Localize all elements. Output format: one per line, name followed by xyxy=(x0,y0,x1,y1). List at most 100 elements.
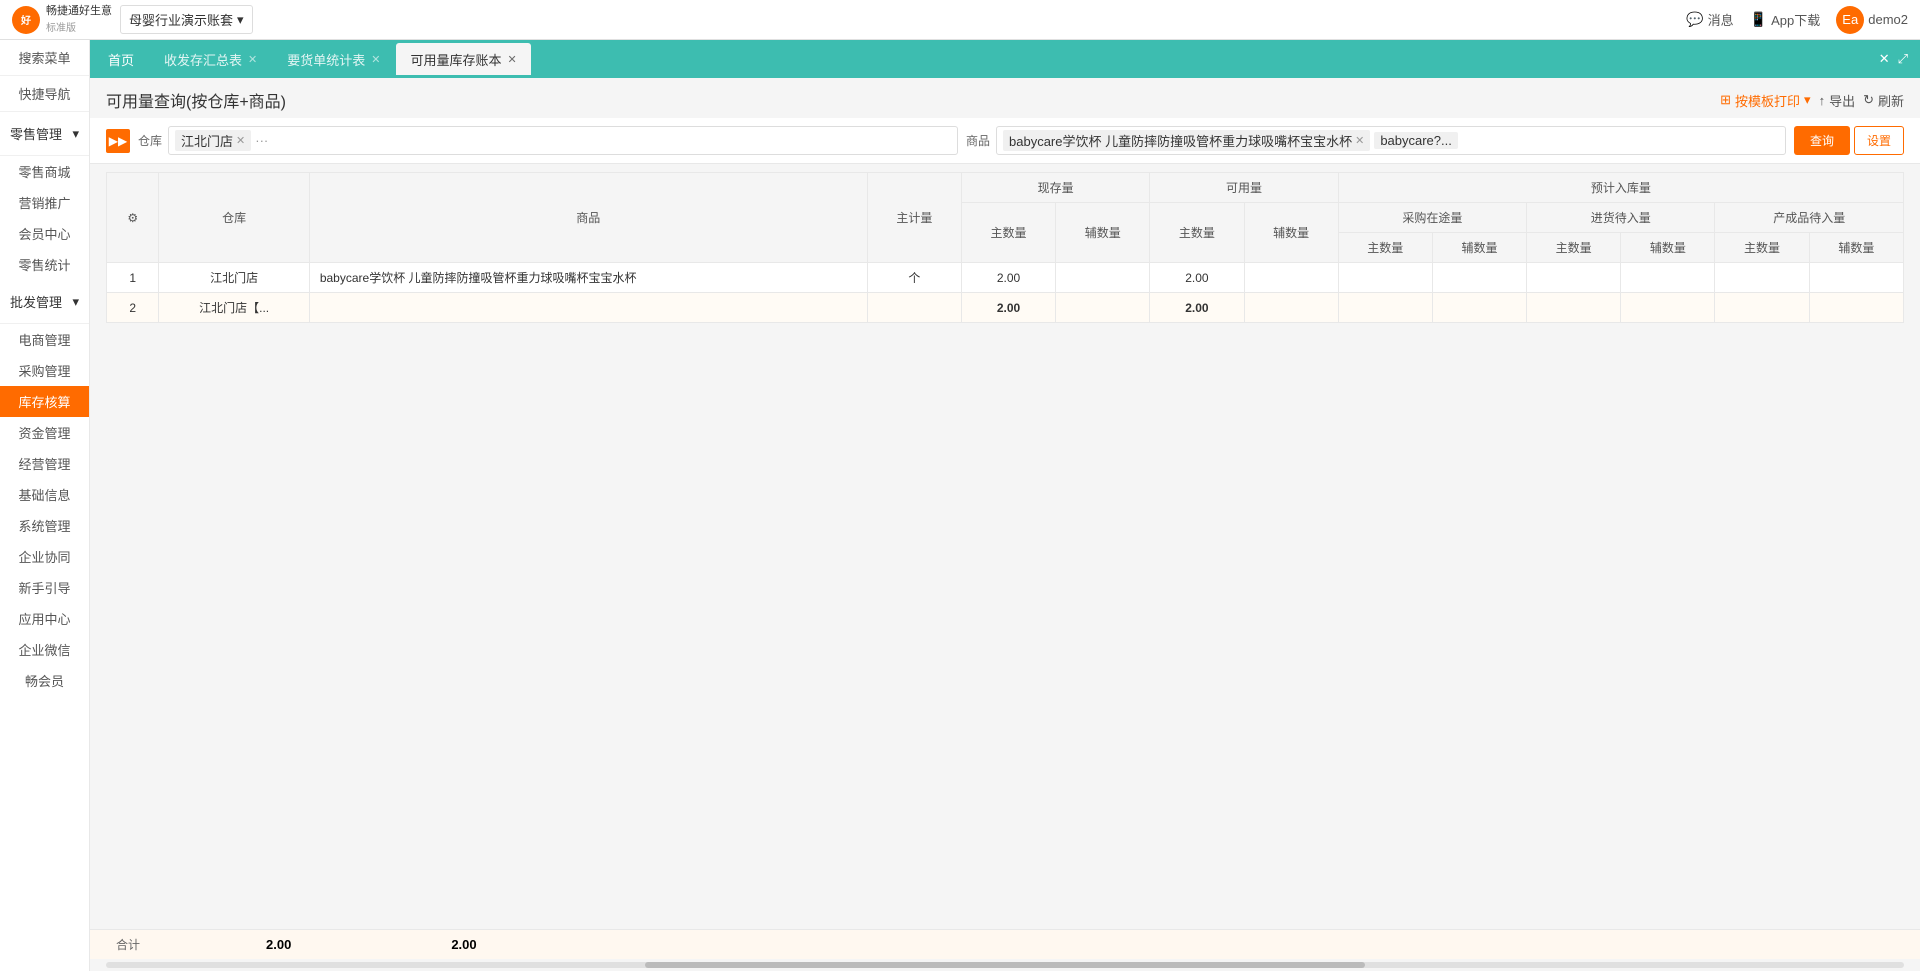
data-table: ⚙ 仓库 商品 主计量 现存量 可用量 预计入库量 主数量 辅数量 主数量 辅数… xyxy=(106,172,1904,323)
sidebar-item-app-center[interactable]: 应用中心 xyxy=(0,603,89,634)
row-1-product-main xyxy=(1715,263,1809,293)
tab-receipt-summary[interactable]: 收发存汇总表 ✕ xyxy=(150,43,271,75)
main-layout: 搜索菜单 快捷导航 零售管理 零售商城 营销推广 会员中心 零售统计 批发管理 xyxy=(0,40,1920,971)
row-2-available-sub xyxy=(1244,293,1338,323)
col-inbound-main: 主数量 xyxy=(1527,233,1621,263)
product-filter-tags[interactable]: babycare学饮杯 儿童防摔防撞吸管杯重力球吸嘴杯宝宝水杯 ✕ babyca… xyxy=(996,126,1786,155)
tab-close-available-inventory[interactable]: ✕ xyxy=(508,53,517,66)
row-1-inbound-sub xyxy=(1621,263,1715,293)
sidebar-item-enterprise-wechat[interactable]: 企业微信 xyxy=(0,634,89,665)
sidebar-item-retail-mall[interactable]: 零售商城 xyxy=(0,156,89,187)
settings-button[interactable]: 设置 xyxy=(1854,126,1904,155)
tab-order-stats-label: 要货单统计表 xyxy=(287,50,365,69)
filter-actions: 查询 设置 xyxy=(1794,126,1904,155)
horizontal-scrollbar[interactable] xyxy=(106,962,1904,968)
industry-label: 母婴行业演示账套 xyxy=(129,10,233,29)
sidebar-item-basic-info[interactable]: 基础信息 xyxy=(0,479,89,510)
row-2-inbound-main xyxy=(1527,293,1621,323)
row-2-current-main: 2.00 xyxy=(961,293,1055,323)
tab-close-receipt-summary[interactable]: ✕ xyxy=(248,53,257,66)
footer-values: 2.00 2.00 xyxy=(266,937,1904,952)
tab-close-order-stats[interactable]: ✕ xyxy=(371,53,380,66)
tab-expand-icon[interactable]: ⤢ xyxy=(1898,51,1908,67)
app-download-button[interactable]: App下载 xyxy=(1750,10,1821,29)
page-title: 可用量查询(按仓库+商品) xyxy=(106,88,286,112)
product-tag-2: babycare?... xyxy=(1374,132,1458,149)
filter-more-dots[interactable]: ··· xyxy=(255,133,268,148)
col-current-sub-qty: 辅数量 xyxy=(1056,203,1150,263)
warehouse-tag: 江北门店 ✕ xyxy=(175,130,251,151)
content-area: 首页 收发存汇总表 ✕ 要货单统计表 ✕ 可用量库存账本 ✕ ✕ ⤢ 可用量查询… xyxy=(90,40,1920,971)
col-inbound-sub: 辅数量 xyxy=(1621,233,1715,263)
sidebar-item-marketing[interactable]: 营销推广 xyxy=(0,187,89,218)
tab-close-all-icon[interactable]: ✕ xyxy=(1879,51,1890,67)
export-label: 导出 xyxy=(1829,91,1855,110)
chevron-down-icon xyxy=(72,294,79,310)
sidebar-item-new-guide[interactable]: 新手引导 xyxy=(0,572,89,603)
warehouse-filter-label: 仓库 xyxy=(138,132,162,149)
row-2-product-sub xyxy=(1809,293,1903,323)
chevron-down-icon xyxy=(237,12,244,28)
product-tag-1-close[interactable]: ✕ xyxy=(1355,134,1364,147)
logo-sub: 标准版 xyxy=(46,19,112,34)
page-actions: 按模板打印 导出 刷新 xyxy=(1720,91,1904,110)
query-button[interactable]: 查询 xyxy=(1794,126,1850,155)
scrollbar-thumb xyxy=(645,962,1364,968)
row-1-current-main: 2.00 xyxy=(961,263,1055,293)
product-tag-1-value: babycare学饮杯 儿童防摔防撞吸管杯重力球吸嘴杯宝宝水杯 xyxy=(1009,131,1352,150)
scrollbar-area xyxy=(90,959,1920,971)
sidebar-item-ops-mgmt[interactable]: 经营管理 xyxy=(0,448,89,479)
sidebar-quick-nav[interactable]: 快捷导航 xyxy=(0,76,89,112)
template-chevron-icon xyxy=(1804,92,1811,108)
sidebar-item-ecommerce-mgmt[interactable]: 电商管理 xyxy=(0,324,89,355)
message-icon xyxy=(1686,11,1703,28)
user-initial: Ea xyxy=(1842,12,1858,27)
tab-home[interactable]: 首页 xyxy=(94,43,148,75)
msg-button[interactable]: 消息 xyxy=(1686,10,1733,29)
sidebar-item-member-center[interactable]: 会员中心 xyxy=(0,218,89,249)
row-1-product-sub xyxy=(1809,263,1903,293)
sidebar-item-wholesale-mgmt[interactable]: 批发管理 xyxy=(0,286,89,317)
sidebar: 搜索菜单 快捷导航 零售管理 零售商城 营销推广 会员中心 零售统计 批发管理 xyxy=(0,40,90,971)
app-icon xyxy=(1750,11,1767,28)
row-2-available-main: 2.00 xyxy=(1150,293,1244,323)
sidebar-item-sys-mgmt[interactable]: 系统管理 xyxy=(0,510,89,541)
sidebar-section-wholesale: 批发管理 xyxy=(0,280,89,324)
user-name: demo2 xyxy=(1868,12,1908,27)
template-print-button[interactable]: 按模板打印 xyxy=(1720,91,1810,110)
filter-toggle-button[interactable]: ▶▶ xyxy=(106,129,130,153)
row-1-inbound-main xyxy=(1527,263,1621,293)
warehouse-tag-close[interactable]: ✕ xyxy=(236,134,245,147)
row-1-warehouse: 江北门店 xyxy=(159,263,309,293)
tab-available-inventory[interactable]: 可用量库存账本 ✕ xyxy=(396,43,530,75)
row-2-no: 2 xyxy=(107,293,159,323)
sidebar-item-retail-mgmt[interactable]: 零售管理 xyxy=(0,118,89,149)
top-bar: 好 畅捷通好生意 标准版 母婴行业演示账套 消息 App下载 Ea demo2 xyxy=(0,0,1920,40)
row-2-inbound-sub xyxy=(1621,293,1715,323)
col-settings-icon[interactable]: ⚙ xyxy=(107,173,159,263)
col-available-main-qty: 主数量 xyxy=(1150,203,1244,263)
user-menu[interactable]: Ea demo2 xyxy=(1836,6,1908,34)
warehouse-filter-tags[interactable]: 江北门店 ✕ ··· xyxy=(168,126,958,155)
sidebar-item-vip-member[interactable]: 畅会员 xyxy=(0,665,89,696)
sidebar-item-inventory-check[interactable]: 库存核算 xyxy=(0,386,89,417)
col-product-pending-header: 产成品待入量 xyxy=(1715,203,1904,233)
col-available-header: 可用量 xyxy=(1150,173,1338,203)
refresh-button[interactable]: 刷新 xyxy=(1863,91,1904,110)
col-purchase-sub: 辅数量 xyxy=(1432,233,1526,263)
tab-order-stats[interactable]: 要货单统计表 ✕ xyxy=(273,43,394,75)
sidebar-item-finance-mgmt[interactable]: 资金管理 xyxy=(0,417,89,448)
col-product-main: 主数量 xyxy=(1715,233,1809,263)
sidebar-search[interactable]: 搜索菜单 xyxy=(0,40,89,76)
footer-available-main: 2.00 xyxy=(451,937,476,952)
sidebar-item-enterprise-collab[interactable]: 企业协同 xyxy=(0,541,89,572)
export-button[interactable]: 导出 xyxy=(1819,91,1856,110)
table-row: 2 江北门店【... 2.00 2.00 xyxy=(107,293,1904,323)
sidebar-item-purchase-mgmt[interactable]: 采购管理 xyxy=(0,355,89,386)
industry-select[interactable]: 母婴行业演示账套 xyxy=(120,5,253,34)
col-main-unit-header: 主计量 xyxy=(867,173,961,263)
col-current-main-qty: 主数量 xyxy=(961,203,1055,263)
logo-area: 好 畅捷通好生意 标准版 xyxy=(12,5,112,33)
row-2-product xyxy=(309,293,867,323)
sidebar-item-retail-stats[interactable]: 零售统计 xyxy=(0,249,89,280)
